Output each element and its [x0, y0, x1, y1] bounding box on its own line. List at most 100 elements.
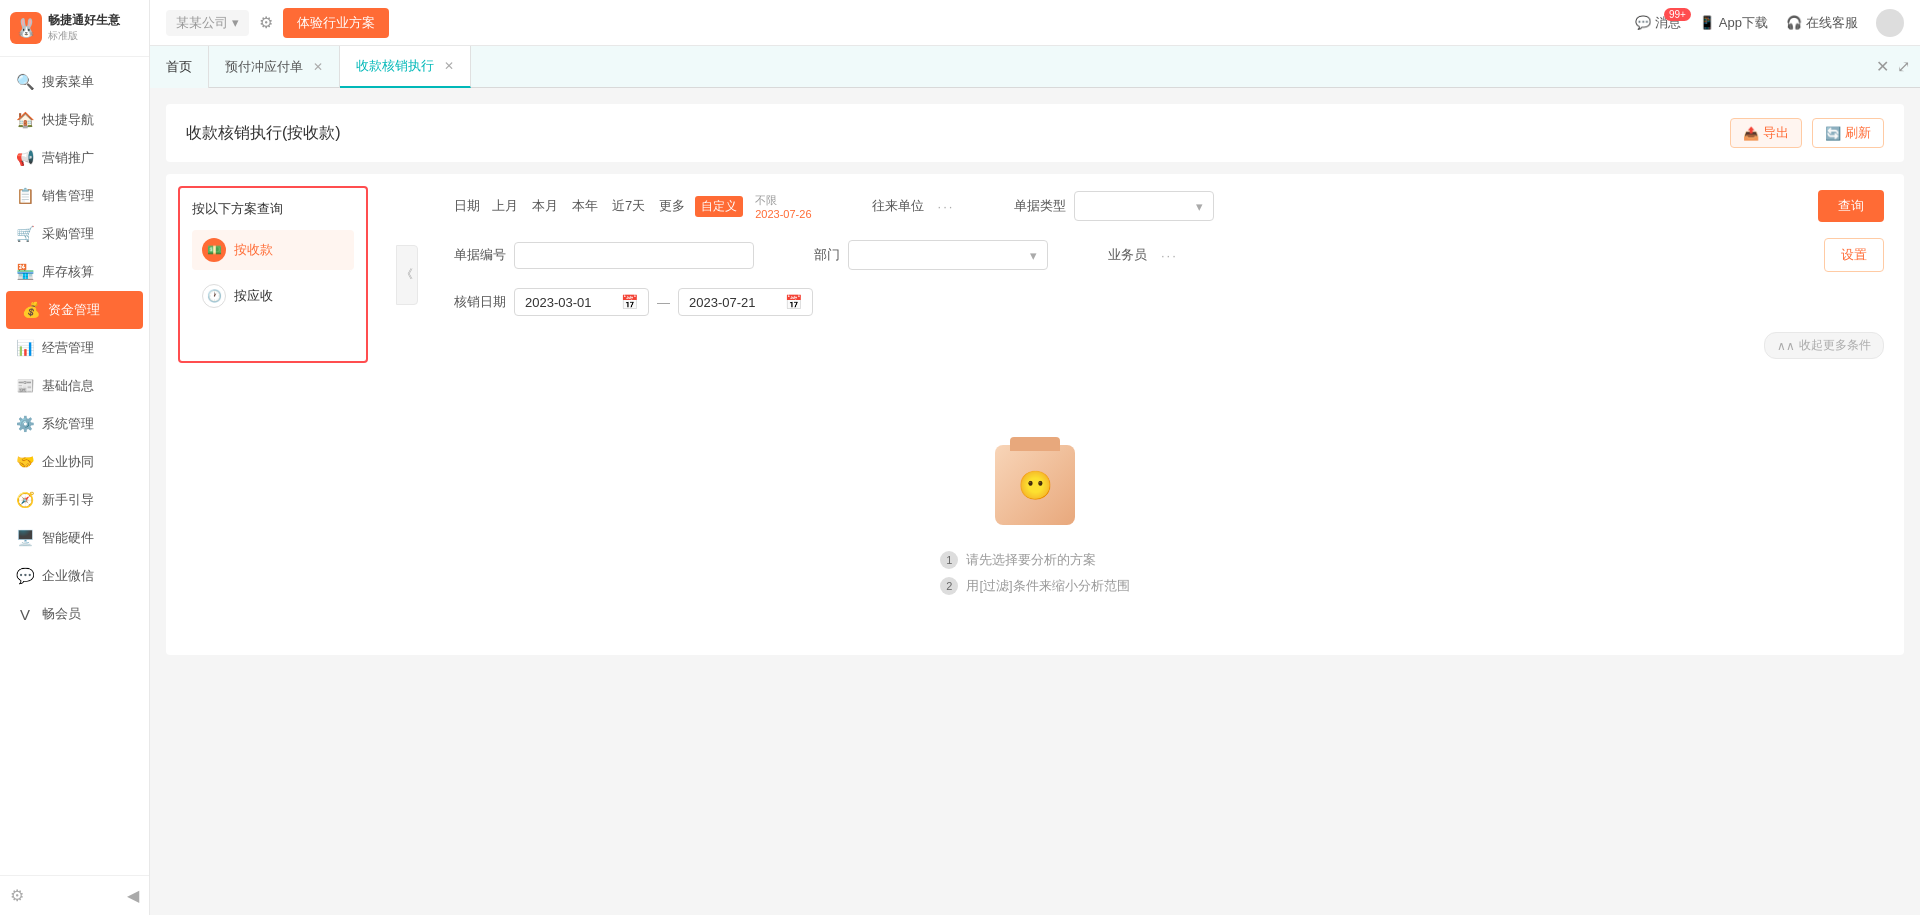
sidebar-item-funds[interactable]: 💰 资金管理 [6, 291, 143, 329]
message-icon: 💬 [1635, 15, 1651, 30]
staff-dots-icon: ··· [1161, 248, 1178, 263]
logo-text: 畅捷通好生意 标准版 [48, 13, 120, 43]
filter-verify-date-item: 核销日期 📅 — 📅 [454, 288, 813, 316]
tab-receipt-verify-close[interactable]: ✕ [444, 59, 454, 73]
sidebar-item-basic[interactable]: 📰 基础信息 [0, 367, 149, 405]
export-icon: 📤 [1743, 126, 1759, 141]
tab-bar-actions: ✕ ⤢ [1876, 57, 1920, 76]
sidebar-item-sales[interactable]: 📋 销售管理 [0, 177, 149, 215]
online-service-label: 在线客服 [1806, 14, 1858, 32]
panel-collapse-btn[interactable]: 《 [396, 245, 418, 305]
app-download-label: App下载 [1719, 14, 1768, 32]
tab-prepay-label: 预付冲应付单 [225, 58, 303, 76]
query-option-by-receivable[interactable]: 🕐 按应收 [192, 276, 354, 316]
date-opt-this-month[interactable]: 本月 [528, 195, 562, 217]
user-avatar[interactable] [1876, 9, 1904, 37]
sidebar-item-basic-label: 基础信息 [42, 377, 94, 395]
sidebar-item-system[interactable]: ⚙️ 系统管理 [0, 405, 149, 443]
setting-btn[interactable]: 设置 [1824, 238, 1884, 272]
sidebar-item-inventory[interactable]: 🏪 库存核算 [0, 253, 149, 291]
filter-row-3: 核销日期 📅 — 📅 [454, 288, 1884, 316]
online-service-btn[interactable]: 🎧 在线客服 [1786, 14, 1858, 32]
setting-actions: 设置 [1824, 238, 1884, 272]
sidebar-item-search-label: 搜索菜单 [42, 73, 94, 91]
sidebar-item-wechat[interactable]: 💬 企业微信 [0, 557, 149, 595]
app-download-btn[interactable]: 📱 App下载 [1699, 14, 1768, 32]
collapse-arrow-icon: 《 [401, 266, 413, 283]
filter-row-2: 单据编号 部门 ▾ 业务员 ··· [454, 238, 1884, 272]
operations-icon: 📊 [16, 339, 34, 357]
date-range-separator: — [657, 295, 670, 310]
search-icon: 🔍 [16, 73, 34, 91]
home-icon: 🏠 [16, 111, 34, 129]
tab-receipt-verify[interactable]: 收款核销执行 ✕ [340, 46, 471, 88]
refresh-btn[interactable]: 🔄 刷新 [1812, 118, 1884, 148]
refresh-label: 刷新 [1845, 124, 1871, 142]
bill-type-select[interactable]: ▾ [1074, 191, 1214, 221]
settings-icon[interactable]: ⚙ [10, 886, 24, 905]
calendar-to-icon[interactable]: 📅 [785, 294, 802, 310]
date-opt-last-month[interactable]: 上月 [488, 195, 522, 217]
sidebar-item-hardware[interactable]: 🖥️ 智能硬件 [0, 519, 149, 557]
sidebar-item-search[interactable]: 🔍 搜索菜单 [0, 63, 149, 101]
tab-prepay[interactable]: 预付冲应付单 ✕ [209, 46, 340, 88]
service-icon: 🎧 [1786, 15, 1802, 30]
query-btn[interactable]: 查询 [1818, 190, 1884, 222]
tab-receipt-verify-label: 收款核销执行 [356, 57, 434, 75]
filter-date-item: 日期 上月 本月 本年 近7天 更多 自定义 不限 2 [454, 193, 812, 220]
sidebar: 🐰 畅捷通好生意 标准版 🔍 搜索菜单 🏠 快捷导航 📢 营销推广 📋 销售管理… [0, 0, 150, 915]
top-header: 某某公司 ▾ ⚙ 体验行业方案 💬 消息 99+ 📱 App下载 🎧 在线客服 [150, 0, 1920, 46]
funds-icon: 💰 [22, 301, 40, 319]
header-right: 💬 消息 99+ 📱 App下载 🎧 在线客服 [1635, 9, 1904, 37]
sidebar-item-purchase[interactable]: 🛒 采购管理 [0, 215, 149, 253]
bill-no-label: 单据编号 [454, 246, 506, 264]
industry-btn[interactable]: 体验行业方案 [283, 8, 389, 38]
collapse-conditions-btn[interactable]: ∧∧ 收起更多条件 [1764, 332, 1884, 359]
dept-select[interactable]: ▾ [848, 240, 1048, 270]
counterpart-label: 往来单位 [872, 197, 924, 215]
sidebar-item-sales-label: 销售管理 [42, 187, 94, 205]
tip-num-2: 2 [940, 577, 958, 595]
page-content: 收款核销执行(按收款) 📤 导出 🔄 刷新 按以下方案查询 💵 [150, 88, 1920, 915]
verify-date-to-input[interactable] [689, 295, 779, 310]
tab-prepay-close[interactable]: ✕ [313, 60, 323, 74]
query-option-by-receipt[interactable]: 💵 按收款 [192, 230, 354, 270]
basic-icon: 📰 [16, 377, 34, 395]
sidebar-item-member[interactable]: V 畅会员 [0, 595, 149, 633]
verify-date-from-input[interactable] [525, 295, 615, 310]
collapse-conditions-label: 收起更多条件 [1799, 337, 1871, 354]
message-btn[interactable]: 💬 消息 99+ [1635, 14, 1681, 32]
sidebar-item-purchase-label: 采购管理 [42, 225, 94, 243]
sidebar-nav: 🔍 搜索菜单 🏠 快捷导航 📢 营销推广 📋 销售管理 🛒 采购管理 🏪 库存核… [0, 57, 149, 875]
date-opt-7days[interactable]: 近7天 [608, 195, 649, 217]
company-name: 某某公司 [176, 14, 228, 32]
filter-and-actions: 按以下方案查询 💵 按收款 🕐 按应收 《 [166, 174, 1904, 375]
tab-home-label: 首页 [166, 58, 192, 76]
sidebar-item-inventory-label: 库存核算 [42, 263, 94, 281]
sidebar-item-enterprise[interactable]: 🤝 企业协同 [0, 443, 149, 481]
empty-tip-2-text: 用[过滤]条件来缩小分析范围 [966, 577, 1129, 595]
download-icon: 📱 [1699, 15, 1715, 30]
filter-counterpart-item: 往来单位 ··· [872, 197, 955, 215]
company-selector[interactable]: 某某公司 ▾ [166, 10, 249, 36]
calendar-from-icon[interactable]: 📅 [621, 294, 638, 310]
receivable-option-icon: 🕐 [202, 284, 226, 308]
bill-no-input[interactable] [514, 242, 754, 269]
sidebar-item-operations[interactable]: 📊 经营管理 [0, 329, 149, 367]
export-btn[interactable]: 📤 导出 [1730, 118, 1802, 148]
gear-icon[interactable]: ⚙ [259, 13, 273, 32]
dept-chevron-icon: ▾ [1030, 248, 1037, 263]
date-opt-this-year[interactable]: 本年 [568, 195, 602, 217]
sidebar-item-marketing[interactable]: 📢 营销推广 [0, 139, 149, 177]
tab-maximize-icon[interactable]: ⤢ [1897, 57, 1910, 76]
date-opt-more[interactable]: 更多 [655, 195, 689, 217]
date-opt-custom[interactable]: 自定义 [695, 196, 743, 217]
sidebar-item-guide[interactable]: 🧭 新手引导 [0, 481, 149, 519]
sidebar-item-quicknav[interactable]: 🏠 快捷导航 [0, 101, 149, 139]
query-option-receipt-label: 按收款 [234, 241, 273, 259]
sidebar-bottom: ⚙ ◀ [0, 875, 149, 915]
collapse-sidebar-icon[interactable]: ◀ [127, 886, 139, 905]
tab-close-all-icon[interactable]: ✕ [1876, 57, 1889, 76]
tab-home[interactable]: 首页 [150, 46, 209, 88]
message-badge: 99+ [1664, 8, 1691, 21]
